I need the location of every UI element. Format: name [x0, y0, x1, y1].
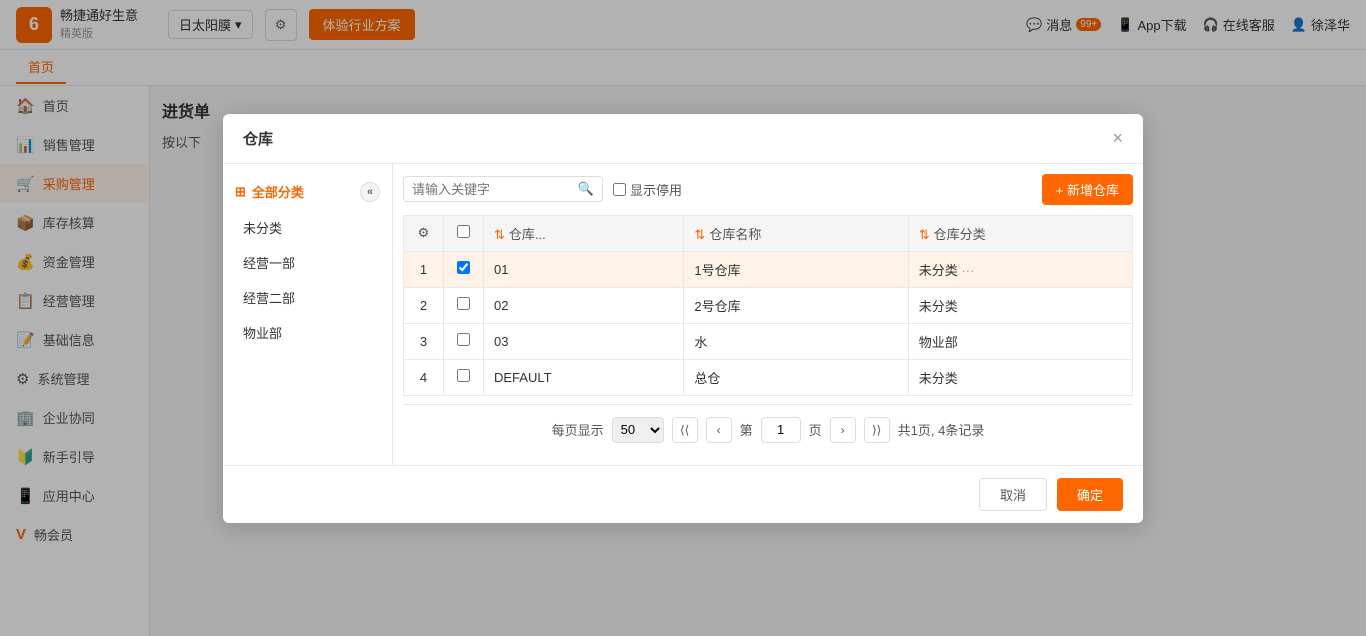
- row-name: 总仓: [684, 359, 908, 395]
- cancel-button[interactable]: 取消: [979, 478, 1047, 511]
- show-disabled-checkbox[interactable]: [613, 183, 626, 196]
- add-warehouse-button[interactable]: + 新增仓库: [1042, 174, 1133, 205]
- row-num: 2: [404, 287, 444, 323]
- warehouse-modal: 仓库 × ⊞ 全部分类 « 未分类 经营一部 经营二部 物业部: [223, 114, 1143, 523]
- search-box: 🔍: [403, 176, 603, 202]
- table-row[interactable]: 3 03 水 物业部: [404, 323, 1133, 359]
- row-category: 未分类: [908, 359, 1132, 395]
- pagination: 每页显示 50 100 ⟨⟨ ‹ 第 页 › ⟩⟩ 共1页, 4条记录: [403, 404, 1133, 455]
- all-categories-label: 全部分类: [252, 182, 304, 201]
- th-name: ⇅仓库名称: [684, 215, 908, 251]
- th-gear: ⚙: [404, 215, 444, 251]
- row-checkbox-cell: [444, 359, 484, 395]
- search-input[interactable]: [412, 182, 572, 197]
- category-ops1[interactable]: 经营一部: [223, 245, 392, 280]
- table-row[interactable]: 4 DEFAULT 总仓 未分类: [404, 359, 1133, 395]
- show-disabled-toggle[interactable]: 显示停用: [613, 180, 682, 199]
- row-name: 水: [684, 323, 908, 359]
- table-header: ⚙ ⇅仓库... ⇅仓库名称 ⇅仓库分类: [404, 215, 1133, 251]
- all-categories[interactable]: ⊞ 全部分类 «: [223, 174, 392, 210]
- search-icon[interactable]: 🔍: [578, 181, 594, 197]
- th-code: ⇅仓库...: [484, 215, 684, 251]
- row-checkbox-cell: [444, 251, 484, 287]
- modal-close-button[interactable]: ×: [1112, 128, 1123, 149]
- total-info: 共1页, 4条记录: [898, 420, 985, 439]
- row-checkbox[interactable]: [457, 261, 470, 274]
- modal-title: 仓库: [243, 128, 273, 149]
- grid-icon: ⊞: [235, 184, 246, 200]
- header-row: ⚙ ⇅仓库... ⇅仓库名称 ⇅仓库分类: [404, 215, 1133, 251]
- modal-body: ⊞ 全部分类 « 未分类 经营一部 经营二部 物业部 🔍: [223, 164, 1143, 465]
- th-checkbox: [444, 215, 484, 251]
- table-row[interactable]: 1 01 1号仓库 未分类 ···: [404, 251, 1133, 287]
- page-suffix: 页: [809, 420, 822, 439]
- row-checkbox-cell: [444, 323, 484, 359]
- page-label: 第: [740, 420, 753, 439]
- collapse-button[interactable]: «: [360, 182, 380, 202]
- search-row: 🔍 显示停用 + 新增仓库: [403, 174, 1133, 205]
- last-page-button[interactable]: ⟩⟩: [864, 417, 890, 443]
- row-checkbox[interactable]: [457, 333, 470, 346]
- modal-header: 仓库 ×: [223, 114, 1143, 164]
- warehouse-table: ⚙ ⇅仓库... ⇅仓库名称 ⇅仓库分类 1 01: [403, 215, 1133, 396]
- collapse-icon: «: [367, 186, 373, 198]
- confirm-button[interactable]: 确定: [1057, 478, 1123, 511]
- row-category: 未分类: [908, 287, 1132, 323]
- row-category: 物业部: [908, 323, 1132, 359]
- row-code: 03: [484, 323, 684, 359]
- row-name: 1号仓库: [684, 251, 908, 287]
- table-container: ⚙ ⇅仓库... ⇅仓库名称 ⇅仓库分类 1 01: [403, 215, 1133, 396]
- category-unclassified[interactable]: 未分类: [223, 210, 392, 245]
- show-disabled-label: 显示停用: [630, 180, 682, 199]
- row-code: 01: [484, 251, 684, 287]
- row-num: 4: [404, 359, 444, 395]
- per-page-label: 每页显示: [552, 420, 604, 439]
- prev-page-button[interactable]: ‹: [706, 417, 732, 443]
- row-checkbox[interactable]: [457, 369, 470, 382]
- row-actions[interactable]: ···: [961, 263, 974, 278]
- modal-footer: 取消 确定: [223, 465, 1143, 523]
- per-page-select[interactable]: 50 100: [612, 417, 664, 443]
- row-category: 未分类 ···: [908, 251, 1132, 287]
- th-category: ⇅仓库分类: [908, 215, 1132, 251]
- row-num: 3: [404, 323, 444, 359]
- row-checkbox[interactable]: [457, 297, 470, 310]
- select-all-checkbox[interactable]: [457, 225, 470, 238]
- next-page-button[interactable]: ›: [830, 417, 856, 443]
- row-name: 2号仓库: [684, 287, 908, 323]
- category-panel: ⊞ 全部分类 « 未分类 经营一部 经营二部 物业部: [223, 164, 393, 465]
- row-code: DEFAULT: [484, 359, 684, 395]
- category-ops2[interactable]: 经营二部: [223, 280, 392, 315]
- modal-overlay: 仓库 × ⊞ 全部分类 « 未分类 经营一部 经营二部 物业部: [0, 0, 1366, 636]
- row-num: 1: [404, 251, 444, 287]
- category-property[interactable]: 物业部: [223, 315, 392, 350]
- row-checkbox-cell: [444, 287, 484, 323]
- table-panel: 🔍 显示停用 + 新增仓库 ⚙: [393, 164, 1143, 465]
- row-code: 02: [484, 287, 684, 323]
- sort-code-icon: ⇅: [494, 227, 505, 242]
- sort-category-icon: ⇅: [919, 227, 930, 242]
- first-page-button[interactable]: ⟨⟨: [672, 417, 698, 443]
- table-body: 1 01 1号仓库 未分类 ··· 2 02 2号仓库: [404, 251, 1133, 395]
- page-number-input[interactable]: [761, 417, 801, 443]
- sort-name-icon: ⇅: [694, 227, 705, 242]
- table-row[interactable]: 2 02 2号仓库 未分类: [404, 287, 1133, 323]
